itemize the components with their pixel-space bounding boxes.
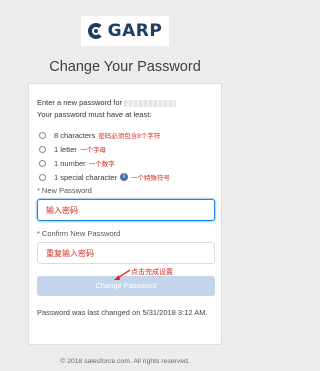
redacted-username <box>124 99 177 107</box>
requirement-1-letter: 1 letter 一个字母 <box>39 142 170 156</box>
requirement-note: 密码必须包含8个字符 <box>98 133 161 140</box>
requirement-note: 一个数字 <box>88 161 115 168</box>
last-changed-text: Password was last changed on 5/31/2018 3… <box>37 308 208 317</box>
confirm-password-label-text: Confirm New Password <box>41 229 121 238</box>
requirement-note: 一个字母 <box>79 147 106 154</box>
requirement-label: 1 number <box>54 158 86 168</box>
garp-logo: GARP <box>81 16 169 46</box>
requirement-label: 1 special character <box>54 172 117 182</box>
requirement-status-icon <box>39 173 46 181</box>
requirement-8-characters: 8 characters 密码必须包含8个字符 <box>39 128 170 142</box>
confirm-password-field[interactable]: 重复输入密码 <box>37 242 215 264</box>
requirement-1-number: 1 number 一个数字 <box>39 156 170 170</box>
intro-line-2: Your password must have at least: <box>37 110 152 119</box>
change-password-form: Enter a new password for Your password m… <box>28 83 222 345</box>
intro-text: Enter a new password for Your password m… <box>37 97 177 121</box>
new-password-value: 输入密码 <box>46 205 78 215</box>
requirement-label: 8 characters <box>54 130 96 140</box>
footer-copyright: © 2018 salesforce.com. All rights reserv… <box>60 358 190 365</box>
requirement-note: 一个特殊符号 <box>130 175 170 182</box>
info-icon[interactable]: i <box>119 173 128 181</box>
password-requirements: 8 characters 密码必须包含8个字符 1 letter 一个字母 1 … <box>39 128 170 184</box>
intro-line-1: Enter a new password for <box>37 98 123 107</box>
requirement-status-icon <box>39 145 46 153</box>
garp-logo-text: GARP <box>107 21 163 41</box>
confirm-password-label: * Confirm New Password <box>37 229 120 238</box>
annotation-note: 点击完成设置 <box>131 269 173 276</box>
page-title: Change Your Password <box>49 59 201 75</box>
confirm-password-value: 重复输入密码 <box>46 248 94 258</box>
requirement-label: 1 letter <box>54 144 77 154</box>
new-password-label-text: New Password <box>41 186 92 195</box>
new-password-field[interactable]: 输入密码 <box>37 199 215 221</box>
requirement-status-icon <box>39 131 46 139</box>
new-password-label: * New Password <box>37 186 92 195</box>
annotation-arrow-icon <box>114 269 131 280</box>
required-asterisk: * <box>37 229 40 238</box>
requirement-1-special-character: 1 special character i 一个特殊符号 <box>39 170 170 184</box>
requirement-status-icon <box>39 159 46 167</box>
garp-logo-mark-icon <box>87 23 104 39</box>
required-asterisk: * <box>37 186 40 195</box>
